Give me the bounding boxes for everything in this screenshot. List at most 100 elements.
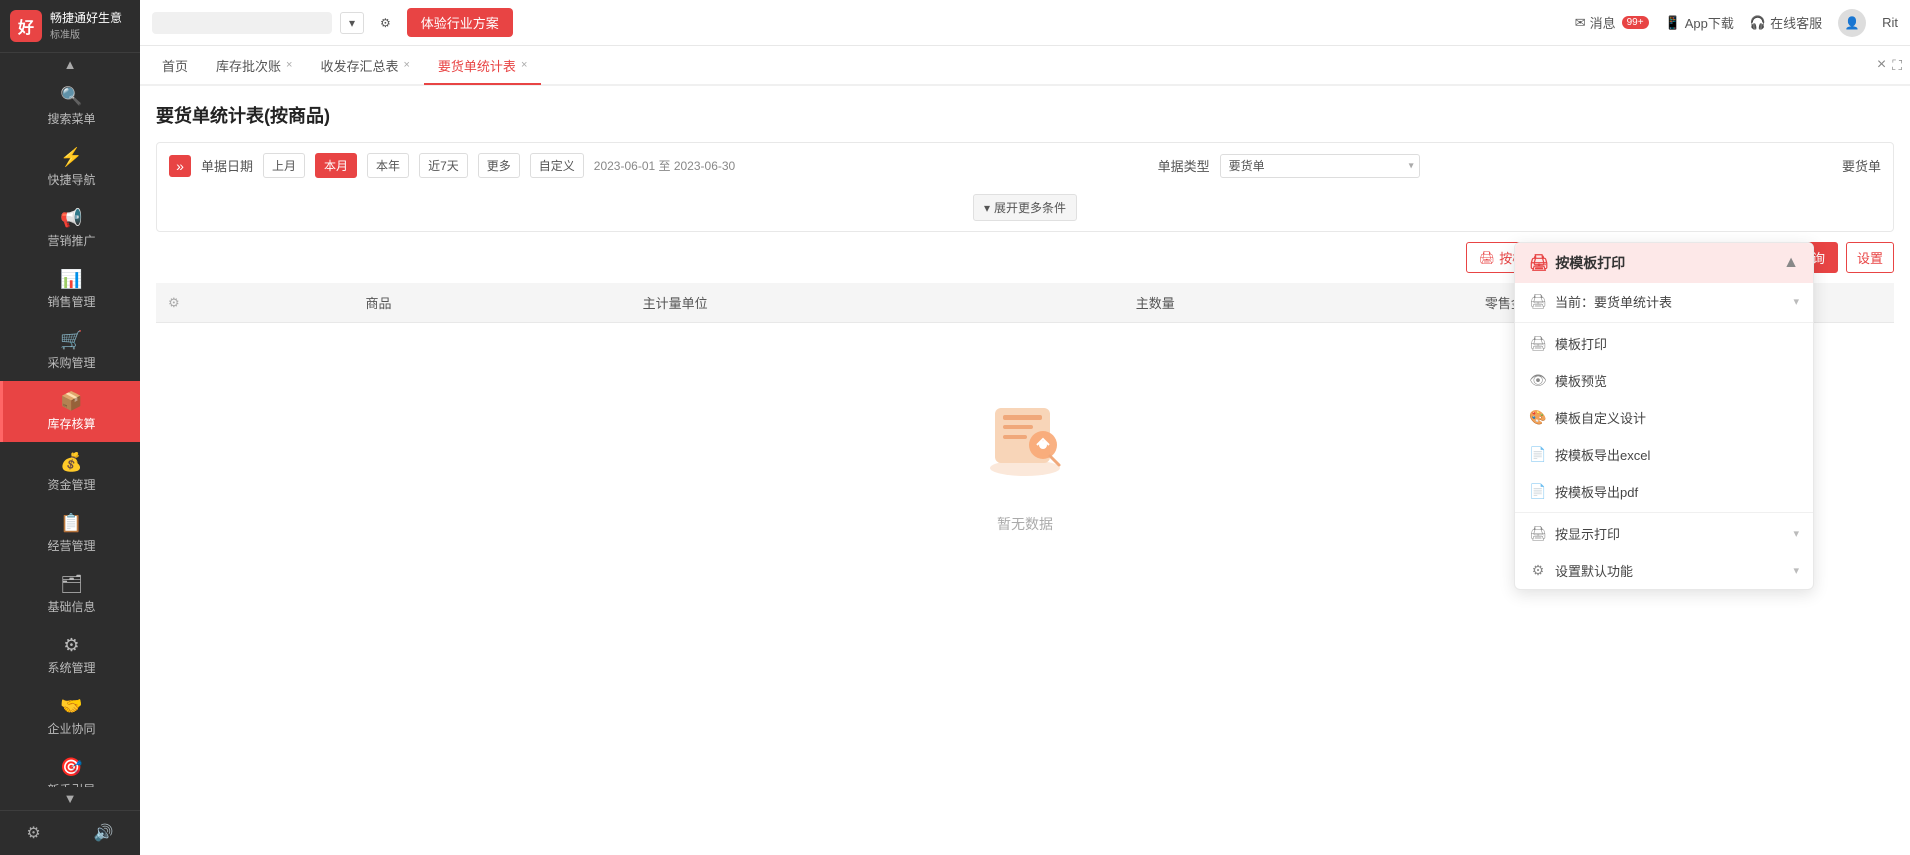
avatar-icon: 👤 bbox=[1845, 16, 1860, 30]
date-btn-more[interactable]: 更多 bbox=[478, 153, 520, 178]
date-btn-7days[interactable]: 近7天 bbox=[419, 153, 468, 178]
sidebar-item-inventory-label: 库存核算 bbox=[47, 415, 95, 432]
tab-bar-right: × ⛶ bbox=[1877, 56, 1902, 74]
header-right: ✉ 消息 99+ 📱 App下载 🎧 在线客服 👤 Rit bbox=[1575, 9, 1898, 37]
online-service-btn[interactable]: 🎧 在线客服 bbox=[1750, 13, 1822, 32]
sidebar-item-purchase-label: 采购管理 bbox=[47, 354, 95, 371]
date-btn-custom[interactable]: 自定义 bbox=[530, 153, 584, 178]
finance-icon: 💰 bbox=[60, 452, 82, 473]
messages-label: 消息 bbox=[1590, 13, 1616, 32]
dropdown-item-export-pdf[interactable]: 📄 按模板导出pdf bbox=[1515, 473, 1813, 510]
operation-icon: 📋 bbox=[60, 513, 82, 534]
sidebar-nav: 🔍 搜索菜单 ⚡ 快捷导航 📢 营销推广 📊 销售管理 🛒 采购管理 📦 库存核… bbox=[0, 76, 140, 787]
dropdown-item-set-default[interactable]: ⚙ 设置默认功能 ▾ bbox=[1515, 552, 1813, 589]
tab-batch-account-label: 库存批次账 bbox=[216, 56, 281, 75]
tab-receipt-summary[interactable]: 收发存汇总表 × bbox=[306, 48, 423, 83]
sidebar-item-search[interactable]: 🔍 搜索菜单 bbox=[0, 76, 140, 137]
dropdown-print-icon: 🖨 bbox=[1529, 253, 1549, 273]
settings-btn[interactable]: 设置 bbox=[1846, 242, 1894, 273]
date-btn-last-month[interactable]: 上月 bbox=[263, 153, 305, 178]
settings-bottom-btn[interactable]: ⚙ bbox=[18, 819, 48, 847]
empty-illustration bbox=[975, 383, 1075, 502]
export-pdf-icon: 📄 bbox=[1529, 483, 1547, 500]
template-preview-icon: 👁 bbox=[1529, 372, 1547, 389]
type-select[interactable]: 要货单 bbox=[1220, 154, 1420, 178]
dropdown-item-display-print[interactable]: 🖨 按显示打印 ▾ bbox=[1515, 515, 1813, 552]
tab-receipt-summary-label: 收发存汇总表 bbox=[320, 56, 398, 75]
filter-row-1: » 单据日期 上月 本月 本年 近7天 更多 自定义 2023-06-01 至 … bbox=[169, 153, 1881, 178]
collab-icon: 🤝 bbox=[60, 696, 82, 717]
action-bar: 🖨 按模板打印 ▲ ↗ 导出 ↻ 刷新 ··· 查询 设置 bbox=[156, 242, 1894, 273]
inventory-icon: 📦 bbox=[60, 391, 82, 412]
sidebar-item-system[interactable]: ⚙ 系统管理 bbox=[0, 625, 140, 686]
date-btn-this-year[interactable]: 本年 bbox=[367, 153, 409, 178]
sidebar-item-inventory[interactable]: 📦 库存核算 bbox=[0, 381, 140, 442]
sidebar-item-marketing-label: 营销推广 bbox=[47, 232, 95, 249]
dropdown-divider-1 bbox=[1515, 322, 1813, 323]
current-template-icon: 🖨 bbox=[1529, 293, 1547, 310]
sidebar-item-quicknav-label: 快捷导航 bbox=[47, 171, 95, 188]
tab-receipt-summary-close[interactable]: × bbox=[403, 59, 409, 71]
purchase-icon: 🛒 bbox=[60, 330, 82, 351]
dropdown-item-template-design[interactable]: 🎨 模板自定义设计 bbox=[1515, 399, 1813, 436]
sidebar-item-collab-label: 企业协同 bbox=[47, 720, 95, 737]
expand-more-btn[interactable]: ▾ 展开更多条件 bbox=[973, 194, 1077, 221]
sidebar-item-marketing[interactable]: 📢 营销推广 bbox=[0, 198, 140, 259]
industry-plan-button[interactable]: 体验行业方案 bbox=[407, 8, 513, 37]
sidebar-item-sales[interactable]: 📊 销售管理 bbox=[0, 259, 140, 320]
sidebar-bottom: ⚙ 🔊 bbox=[0, 810, 140, 855]
current-template-label: 当前：要货单统计表 bbox=[1555, 292, 1672, 311]
template-design-label: 模板自定义设计 bbox=[1555, 408, 1646, 427]
app-download-btn[interactable]: 📱 App下载 bbox=[1665, 13, 1734, 32]
dropdown-item-export-excel[interactable]: 📄 按模板导出excel bbox=[1515, 436, 1813, 473]
sidebar-item-collab[interactable]: 🤝 企业协同 bbox=[0, 686, 140, 747]
set-default-left: ⚙ 设置默认功能 bbox=[1529, 561, 1633, 580]
sidebar-item-basic[interactable]: 🗂 基础信息 bbox=[0, 564, 140, 625]
tab-order-stats[interactable]: 要货单统计表 × bbox=[424, 48, 541, 85]
template-print-left: 🖨 模板打印 bbox=[1529, 334, 1607, 353]
table-gear-icon[interactable]: ⚙ bbox=[168, 295, 180, 310]
sidebar-item-purchase[interactable]: 🛒 采购管理 bbox=[0, 320, 140, 381]
avatar[interactable]: 👤 bbox=[1838, 9, 1866, 37]
tab-bar-close-all-btn[interactable]: × bbox=[1877, 56, 1886, 74]
expand-more-icon: ▾ bbox=[984, 201, 990, 215]
dropdown-item-template-print[interactable]: 🖨 模板打印 bbox=[1515, 325, 1813, 362]
settings-label: 设置 bbox=[1857, 251, 1883, 266]
dropdown-close-btn[interactable]: ▲ bbox=[1783, 254, 1799, 272]
tab-home[interactable]: 首页 bbox=[148, 48, 202, 83]
set-default-arrow: ▾ bbox=[1793, 564, 1799, 577]
filter-toggle-btn[interactable]: » bbox=[169, 155, 191, 177]
page-title: 要货单统计表(按商品) bbox=[156, 102, 1894, 128]
scroll-down-btn[interactable]: ▼ bbox=[0, 787, 140, 810]
template-print-label: 模板打印 bbox=[1555, 334, 1607, 353]
dropdown-item-template-preview[interactable]: 👁 模板预览 bbox=[1515, 362, 1813, 399]
sidebar-item-guide[interactable]: 🎯 新手引导 bbox=[0, 747, 140, 787]
dropdown-current-template[interactable]: 🖨 当前：要货单统计表 ▾ bbox=[1515, 283, 1813, 320]
messages-btn[interactable]: ✉ 消息 99+ bbox=[1575, 13, 1649, 32]
export-excel-left: 📄 按模板导出excel bbox=[1529, 445, 1650, 464]
scroll-up-btn[interactable]: ▲ bbox=[0, 53, 140, 76]
sidebar-item-sales-label: 销售管理 bbox=[47, 293, 95, 310]
date-btn-this-month[interactable]: 本月 bbox=[315, 153, 357, 178]
sidebar-item-finance[interactable]: 💰 资金管理 bbox=[0, 442, 140, 503]
gear-header-btn[interactable]: ⚙ bbox=[372, 13, 399, 33]
tab-batch-account[interactable]: 库存批次账 × bbox=[202, 48, 306, 83]
export-pdf-left: 📄 按模板导出pdf bbox=[1529, 482, 1638, 501]
col-gear[interactable]: ⚙ bbox=[156, 283, 354, 323]
tab-order-stats-close[interactable]: × bbox=[521, 59, 527, 71]
tab-home-label: 首页 bbox=[162, 56, 188, 75]
app-logo: 好 畅捷通好生意 标准版 bbox=[0, 0, 140, 53]
sidebar-item-operation[interactable]: 📋 经营管理 bbox=[0, 503, 140, 564]
speaker-bottom-btn[interactable]: 🔊 bbox=[86, 819, 122, 847]
basic-icon: 🗂 bbox=[60, 574, 83, 595]
username-label: Rit bbox=[1882, 15, 1898, 30]
dropdown-header[interactable]: 🖨 按模板打印 ▲ bbox=[1515, 243, 1813, 283]
tab-batch-account-close[interactable]: × bbox=[286, 59, 292, 71]
tab-bar-expand-btn[interactable]: ⛶ bbox=[1892, 57, 1902, 74]
breadcrumb-input[interactable] bbox=[152, 12, 332, 34]
export-excel-label: 按模板导出excel bbox=[1555, 445, 1650, 464]
dropdown-chevron-btn[interactable]: ▾ bbox=[340, 12, 364, 34]
top-header: ▾ ⚙ 体验行业方案 ✉ 消息 99+ 📱 App下载 🎧 在线客服 👤 Rit bbox=[140, 0, 1910, 46]
search-icon: 🔍 bbox=[60, 86, 82, 107]
sidebar-item-quicknav[interactable]: ⚡ 快捷导航 bbox=[0, 137, 140, 198]
